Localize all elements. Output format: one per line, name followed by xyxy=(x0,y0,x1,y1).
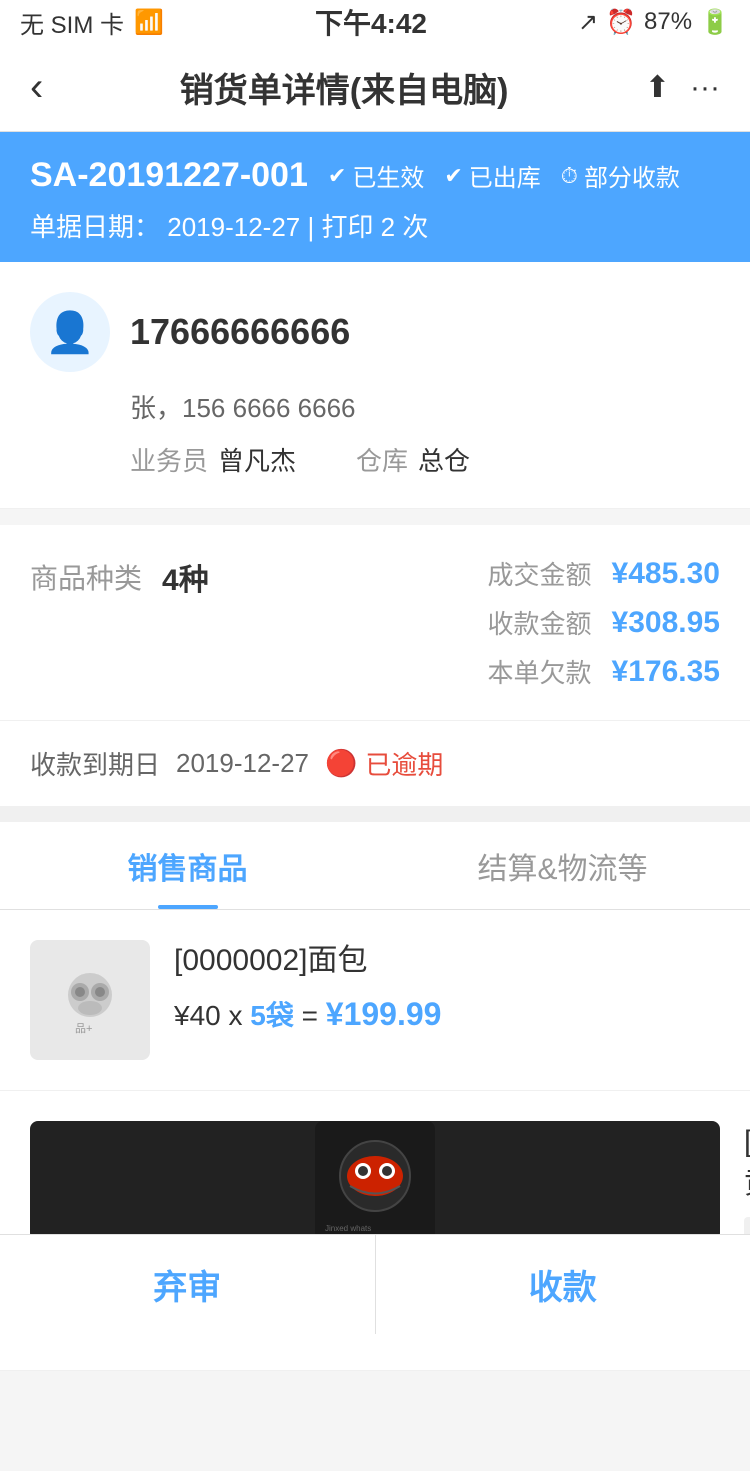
deal-label: 成交金额 xyxy=(488,555,592,592)
customer-name: 17666666666 xyxy=(130,311,350,353)
debt-label: 本单欠款 xyxy=(488,653,592,690)
more-icon[interactable]: ··· xyxy=(690,71,720,105)
tab-sales-products[interactable]: 销售商品 xyxy=(0,822,375,909)
nav-left: ‹ xyxy=(30,65,43,110)
status-bar: 无 SIM 卡 📶 下午4:42 ↗ ⏰ 87% 🔋 xyxy=(0,0,750,44)
deal-amount: ¥485.30 xyxy=(612,557,720,591)
sales-name: 曾凡杰 xyxy=(218,441,296,478)
status-right: ↗ ⏰ 87% 🔋 xyxy=(578,8,730,37)
product-name-2: [000400001]黄油曲奇 xyxy=(744,1121,750,1205)
avatar-icon: 👤 xyxy=(45,309,95,356)
amount-info: 成交金额 ¥485.30 收款金额 ¥308.95 本单欠款 ¥176.35 xyxy=(488,555,720,690)
status-badge-3: ⏱ 部分收款 xyxy=(561,158,680,193)
wifi-icon: 📶 xyxy=(134,8,164,37)
customer-top: 👤 17666666666 xyxy=(30,292,720,372)
product-item: 品+ [0000002]面包 ¥40 x 5袋 = ¥199.99 xyxy=(0,910,750,1091)
received-label: 收款金额 xyxy=(488,604,592,641)
battery-icon: 🔋 xyxy=(700,8,730,37)
overdue-icon: 🔴 xyxy=(325,748,357,779)
order-id-row: SA-20191227-001 ✔ 已生效 ✔ 已出库 ⏱ 部分收款 xyxy=(30,156,720,195)
stats-row: 商品种类 4种 成交金额 ¥485.30 收款金额 ¥308.95 本单欠款 ¥… xyxy=(30,555,720,690)
location-icon: ↗ xyxy=(578,8,598,37)
product-info-1: [0000002]面包 ¥40 x 5袋 = ¥199.99 xyxy=(174,940,720,1034)
received-amount: ¥308.95 xyxy=(612,606,720,640)
nav-bar: ‹ 销货单详情(来自电脑) ⬆ ··· xyxy=(0,44,750,132)
warehouse-label: 仓库 xyxy=(356,441,408,478)
status-badge-2: ✔ 已出库 xyxy=(444,158,540,193)
warehouse-name: 总仓 xyxy=(418,441,470,478)
order-id: SA-20191227-001 xyxy=(30,156,308,195)
overdue-text: 已逾期 xyxy=(365,745,443,782)
product-qty-1: 5袋 xyxy=(250,1000,294,1031)
check-icon-2: ✔ xyxy=(444,163,462,189)
tab-underline xyxy=(158,905,218,909)
print-info: | 打印 2 次 xyxy=(307,212,428,242)
date-label: 单据日期： xyxy=(30,212,160,242)
alarm-icon: ⏰ xyxy=(606,8,636,37)
tab-settlement[interactable]: 结算&物流等 xyxy=(375,822,750,909)
product-thumbnail-1: 品+ xyxy=(30,940,150,1060)
received-amount-row: 收款金额 ¥308.95 xyxy=(488,604,720,641)
share-icon[interactable]: ⬆ xyxy=(645,70,670,105)
customer-section: 👤 17666666666 张，156 6666 6666 业务员 曾凡杰 仓库… xyxy=(0,262,750,509)
product-thumbnail-2: Jinxed whats xyxy=(30,1121,720,1241)
confirm-button[interactable]: 收款 xyxy=(376,1235,750,1334)
tab-sales-label: 销售商品 xyxy=(128,844,248,888)
debt-amount: ¥176.35 xyxy=(612,655,720,689)
category-info: 商品种类 4种 xyxy=(30,555,209,599)
page-title: 销货单详情(来自电脑) xyxy=(180,63,509,112)
status-label-1: 已生效 xyxy=(352,158,424,193)
order-meta: 单据日期： 2019-12-27 | 打印 2 次 xyxy=(30,207,720,244)
due-label: 收款到期日 xyxy=(30,745,160,782)
check-icon-1: ✔ xyxy=(328,163,346,189)
nav-right: ⬆ ··· xyxy=(645,70,720,105)
carrier-label: 无 SIM 卡 xyxy=(20,5,124,40)
category-label: 商品种类 xyxy=(30,557,142,597)
product-name-1: [0000002]面包 xyxy=(174,940,720,982)
cancel-label: 弃审 xyxy=(153,1260,221,1309)
due-section: 收款到期日 2019-12-27 🔴 已逾期 xyxy=(0,721,750,822)
category-count: 4种 xyxy=(162,555,209,599)
bottom-spacer xyxy=(0,1371,750,1471)
avatar: 👤 xyxy=(30,292,110,372)
cancel-button[interactable]: 弃审 xyxy=(0,1235,376,1334)
stats-section: 商品种类 4种 成交金额 ¥485.30 收款金额 ¥308.95 本单欠款 ¥… xyxy=(0,525,750,721)
customer-meta: 业务员 曾凡杰 仓库 总仓 xyxy=(30,441,720,478)
svg-text:品+: 品+ xyxy=(75,1022,92,1035)
debt-amount-row: 本单欠款 ¥176.35 xyxy=(488,653,720,690)
warehouse-info: 仓库 总仓 xyxy=(356,441,470,478)
back-button[interactable]: ‹ xyxy=(30,65,43,110)
status-time: 下午4:42 xyxy=(315,2,427,42)
sales-info: 业务员 曾凡杰 xyxy=(130,441,296,478)
tab-settlement-label: 结算&物流等 xyxy=(477,844,647,888)
product-total-1: ¥199.99 xyxy=(326,996,442,1032)
status-left: 无 SIM 卡 📶 xyxy=(20,5,164,40)
battery-label: 87% xyxy=(644,8,692,36)
status-label-3: 部分收款 xyxy=(584,158,680,193)
overdue-badge: 🔴 已逾期 xyxy=(325,745,443,782)
product-image-owl: 品+ xyxy=(50,960,130,1040)
bottom-bar: 弃审 收款 xyxy=(0,1234,750,1334)
order-date: 2019-12-27 xyxy=(167,212,300,242)
status-label-2: 已出库 xyxy=(469,158,541,193)
confirm-label: 收款 xyxy=(529,1260,597,1309)
status-badge-1: ✔ 已生效 xyxy=(328,158,424,193)
svg-text:Jinxed whats: Jinxed whats xyxy=(325,1224,371,1233)
order-banner: SA-20191227-001 ✔ 已生效 ✔ 已出库 ⏱ 部分收款 单据日期：… xyxy=(0,132,750,262)
due-date: 2019-12-27 xyxy=(176,748,309,779)
product-image-ninja: Jinxed whats xyxy=(315,1121,435,1241)
product-price-1: ¥40 x 5袋 = ¥199.99 xyxy=(174,994,720,1034)
customer-contact: 张，156 6666 6666 xyxy=(30,388,720,425)
clock-icon: ⏱ xyxy=(561,163,578,189)
tabs: 销售商品 结算&物流等 xyxy=(0,822,750,910)
deal-amount-row: 成交金额 ¥485.30 xyxy=(488,555,720,592)
sales-label: 业务员 xyxy=(130,441,208,478)
